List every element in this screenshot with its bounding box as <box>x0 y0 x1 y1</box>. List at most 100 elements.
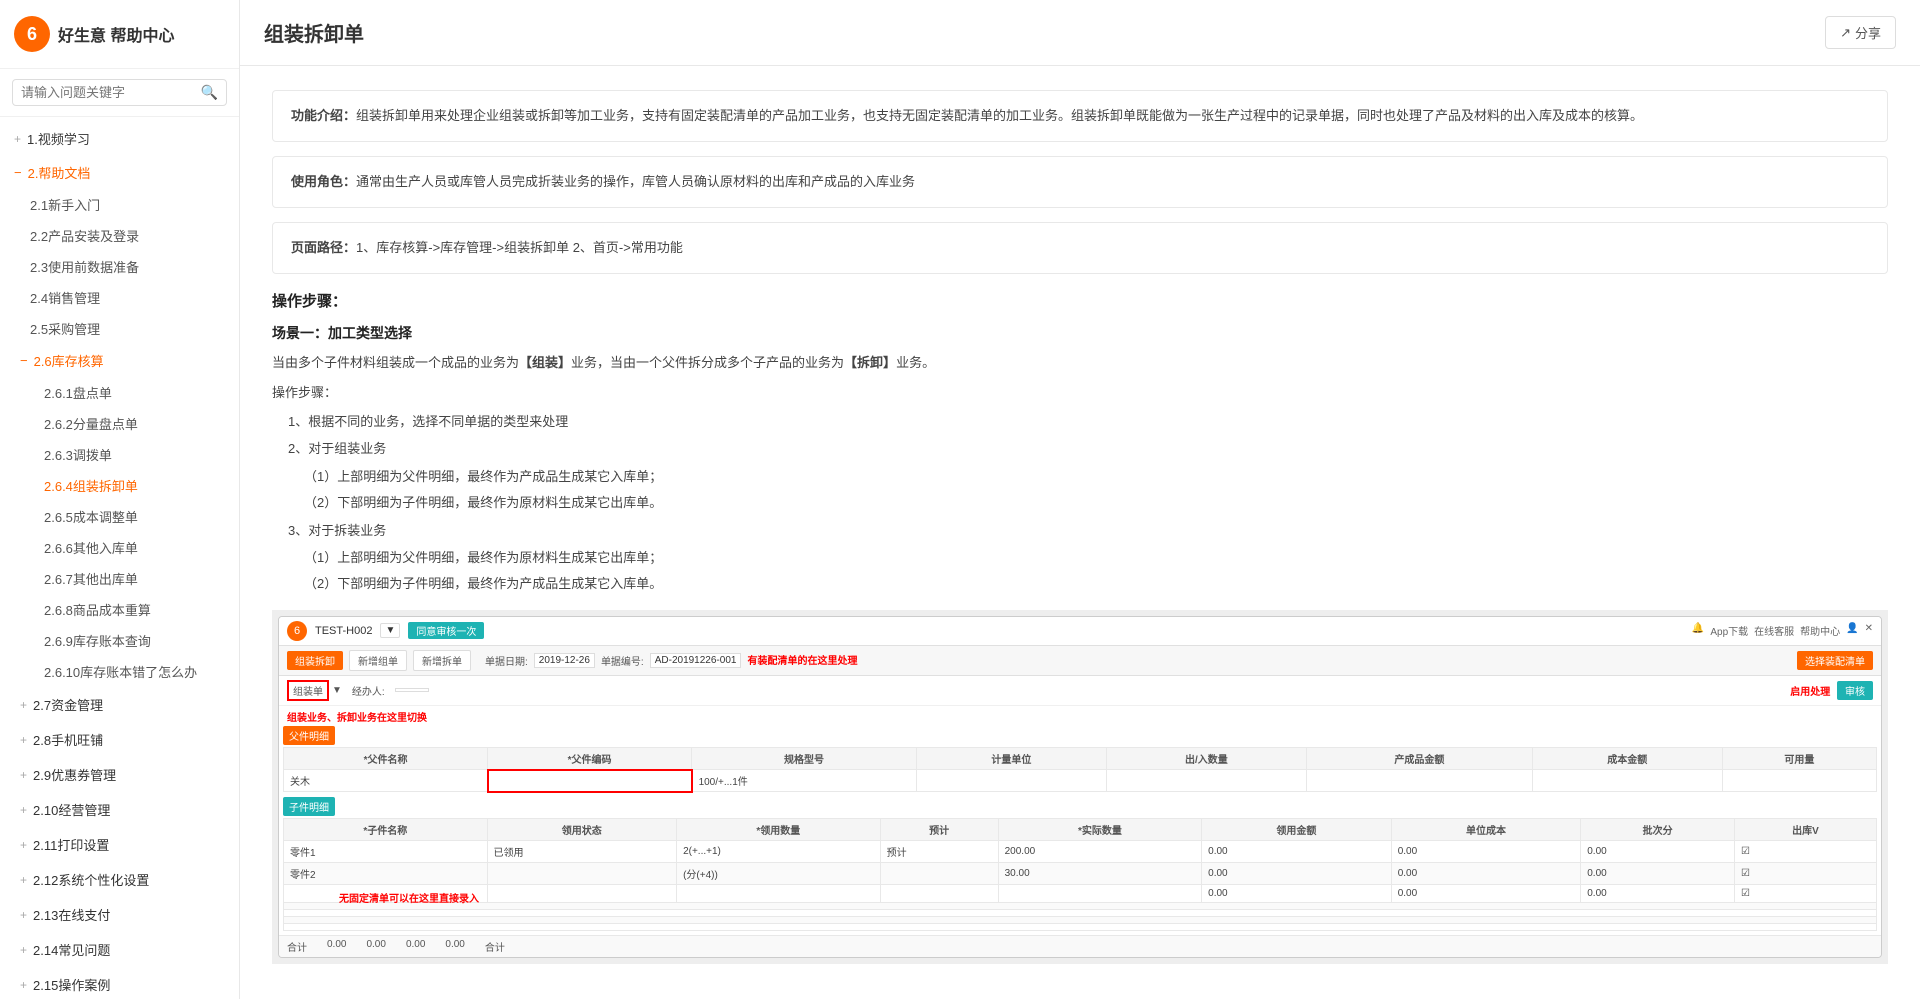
step2b: （2）下部明细为子件明细，最终作为原材料生成某它出库单。 <box>304 491 1888 514</box>
ss-annotation4-text: 无固定清单可以在这里直接录入 <box>339 894 479 905</box>
ss-t2-row4 <box>284 902 1877 909</box>
screenshot-topbar: 6 TEST-H002 ▼ 同意审核一次 🔔 App下载 在线客服 帮助中心 👤… <box>279 617 1881 646</box>
sidebar-item-mobile[interactable]: + 2.8手机旺铺 <box>0 722 239 757</box>
search-input-wrap[interactable]: 🔍 <box>12 79 227 106</box>
ss-t2-r1c7: 0.00 <box>1391 840 1581 862</box>
sidebar-item-docs[interactable]: − 2.帮助文档 <box>0 156 239 189</box>
ss-t2-r2c5: 30.00 <box>998 862 1202 884</box>
intro-label: 功能介绍： <box>291 108 356 123</box>
ss-icon-help2: 帮助中心 <box>1800 623 1840 638</box>
scene1-desc: 当由多个子件材料组装成一个成品的业务为【组装】业务，当由一个父件拆分成多个子产品… <box>272 351 1888 374</box>
ss-t2-r2c4 <box>880 862 998 884</box>
ss-table1-header: 父件明细 <box>283 726 335 745</box>
sidebar-item-operation[interactable]: + 2.10经营管理 <box>0 792 239 827</box>
ss-t2-r1c4: 预计 <box>880 840 998 862</box>
ops-title: 操作步骤： <box>272 290 1888 311</box>
sidebar-item-onlinepay-label: 2.13在线支付 <box>33 905 110 924</box>
ss-btn-newadd[interactable]: 新增组单 <box>349 650 407 671</box>
ss-t2-r2c1: 零件2 <box>284 862 488 884</box>
ss-t1-r1c8 <box>1722 770 1876 792</box>
screenshot-table2-wrap: 子件明细 *子件名称 领用状态 *领用数量 预计 *实际数量 领用金额 单位成本 <box>279 795 1881 935</box>
ss-t1-r1c3: 100/+...1件 <box>692 770 917 792</box>
docs-expand-icon: − <box>14 165 22 180</box>
ss-annotation1-btn[interactable]: 选择装配清单 <box>1797 651 1873 670</box>
ss-t2-r2c8: 0.00 <box>1581 862 1735 884</box>
screenshot-annotation3-row: 组装业务、拆卸业务在这里切换 <box>279 706 1881 726</box>
ss-icon-bell: 🔔 <box>1692 623 1704 638</box>
ss-t1-col7: 成本金额 <box>1532 747 1722 770</box>
ss-btn-newadd2[interactable]: 新增拆单 <box>413 650 471 671</box>
sidebar-item-dataprepare[interactable]: 2.3使用前数据准备 <box>0 251 239 282</box>
custom-expand-icon: + <box>20 873 27 887</box>
search-icon[interactable]: 🔍 <box>201 84 218 101</box>
ss-approve-btn[interactable]: 审核 <box>1837 681 1873 700</box>
page-title: 组装拆卸单 <box>264 18 364 47</box>
ss-date-label: 单据日期: <box>485 653 528 668</box>
search-input[interactable] <box>21 85 201 100</box>
main-header: 组装拆卸单 ↗ 分享 <box>240 0 1920 66</box>
ss-t2-col8: 批次分 <box>1581 818 1735 840</box>
ss-t2-r7-empty <box>284 923 1877 930</box>
ss-company: TEST-H002 <box>315 625 372 637</box>
sidebar-item-inventory[interactable]: − 2.6库存核算 <box>0 344 239 377</box>
sidebar-item-faq[interactable]: + 2.14常见问题 <box>0 932 239 967</box>
step2: 2、对于组装业务 <box>288 437 1888 460</box>
ss-t2-r4-empty <box>284 902 1877 909</box>
ss-t2-r1c8: 0.00 <box>1581 840 1735 862</box>
sidebar-item-sales[interactable]: 2.4销售管理 <box>0 282 239 313</box>
logo-text: 好生意 帮助中心 <box>58 22 174 46</box>
ss-t1-r1c2 <box>488 770 692 792</box>
ss-date-value: 2019-12-26 <box>534 653 595 668</box>
sidebar-item-docs-label: 2.帮助文档 <box>28 163 91 182</box>
ss-t1-col5: 出/入数量 <box>1106 747 1306 770</box>
sidebar-item-onlinepay[interactable]: + 2.13在线支付 <box>0 897 239 932</box>
ss-t2-r2c3: (分(+4)) <box>677 862 881 884</box>
sidebar-item-capital[interactable]: + 2.7资金管理 <box>0 687 239 722</box>
sidebar-item-stockerror[interactable]: 2.6.10库存账本错了怎么办 <box>0 656 239 687</box>
share-button[interactable]: ↗ 分享 <box>1825 16 1896 49</box>
ss-t1-col6: 产成品金额 <box>1306 747 1532 770</box>
sidebar-item-coupon[interactable]: + 2.9优惠券管理 <box>0 757 239 792</box>
ss-t2-row6 <box>284 916 1877 923</box>
ss-annotation2-area: 启用处理 审核 <box>1790 681 1873 700</box>
share-label: 分享 <box>1855 23 1881 42</box>
sidebar-item-custom[interactable]: + 2.12系统个性化设置 <box>0 862 239 897</box>
ss-t2-r1c5: 200.00 <box>998 840 1202 862</box>
onlinepay-expand-icon: + <box>20 908 27 922</box>
coupon-expand-icon: + <box>20 768 27 782</box>
share-icon: ↗ <box>1840 25 1851 41</box>
inventory-expand-icon: − <box>20 353 28 368</box>
ss-t2-r3c4 <box>880 884 998 902</box>
ss-t2-col1: *子件名称 <box>284 818 488 840</box>
sidebar-item-stocktake[interactable]: 2.6.1盘点单 <box>0 377 239 408</box>
ss-t1-col4: 计量单位 <box>916 747 1106 770</box>
sidebar-item-otheroutstock[interactable]: 2.6.7其他出库单 <box>0 563 239 594</box>
sidebar-item-assembly[interactable]: 2.6.4组装拆卸单 <box>0 470 239 501</box>
sidebar-item-goodscost[interactable]: 2.6.8商品成本重算 <box>0 594 239 625</box>
sidebar-item-install[interactable]: 2.2产品安装及登录 <box>0 220 239 251</box>
ss-t2-row5 <box>284 909 1877 916</box>
sidebar-item-print[interactable]: + 2.11打印设置 <box>0 827 239 862</box>
ss-t1-row1: 关木 100/+...1件 <box>284 770 1877 792</box>
sidebar-item-splitstock[interactable]: 2.6.2分量盘点单 <box>0 408 239 439</box>
sidebar-item-adjust[interactable]: 2.6.3调拨单 <box>0 439 239 470</box>
sidebar-item-newcomer[interactable]: 2.1新手入门 <box>0 189 239 220</box>
sidebar-item-stockcheck[interactable]: 2.6.9库存账本查询 <box>0 625 239 656</box>
sidebar-item-case[interactable]: + 2.15操作案例 <box>0 967 239 999</box>
ss-icon-close: ✕ <box>1865 623 1873 638</box>
sidebar-item-costadj[interactable]: 2.6.5成本调整单 <box>0 501 239 532</box>
ss-t2-row3: 0.00 0.00 0.00 ☑ <box>284 884 1877 902</box>
ss-t2-col2: 领用状态 <box>487 818 677 840</box>
ss-logo: 6 <box>287 621 307 641</box>
sidebar-item-otherinstock[interactable]: 2.6.6其他入库单 <box>0 532 239 563</box>
step1: 1、根据不同的业务，选择不同单据的类型来处理 <box>288 410 1888 433</box>
ss-t2-col6: 领用金额 <box>1202 818 1392 840</box>
ss-t2-col4: 预计 <box>880 818 998 840</box>
screenshot-card: 6 TEST-H002 ▼ 同意审核一次 🔔 App下载 在线客服 帮助中心 👤… <box>278 616 1882 958</box>
sidebar-item-video[interactable]: + 1.视频学习 <box>0 121 239 156</box>
ss-t2-col7: 单位成本 <box>1391 818 1581 840</box>
print-expand-icon: + <box>20 838 27 852</box>
ss-t1-r1c1: 关木 <box>284 770 488 792</box>
sidebar-item-purchase[interactable]: 2.5采购管理 <box>0 313 239 344</box>
ss-order-label: 单据编号: <box>601 653 644 668</box>
